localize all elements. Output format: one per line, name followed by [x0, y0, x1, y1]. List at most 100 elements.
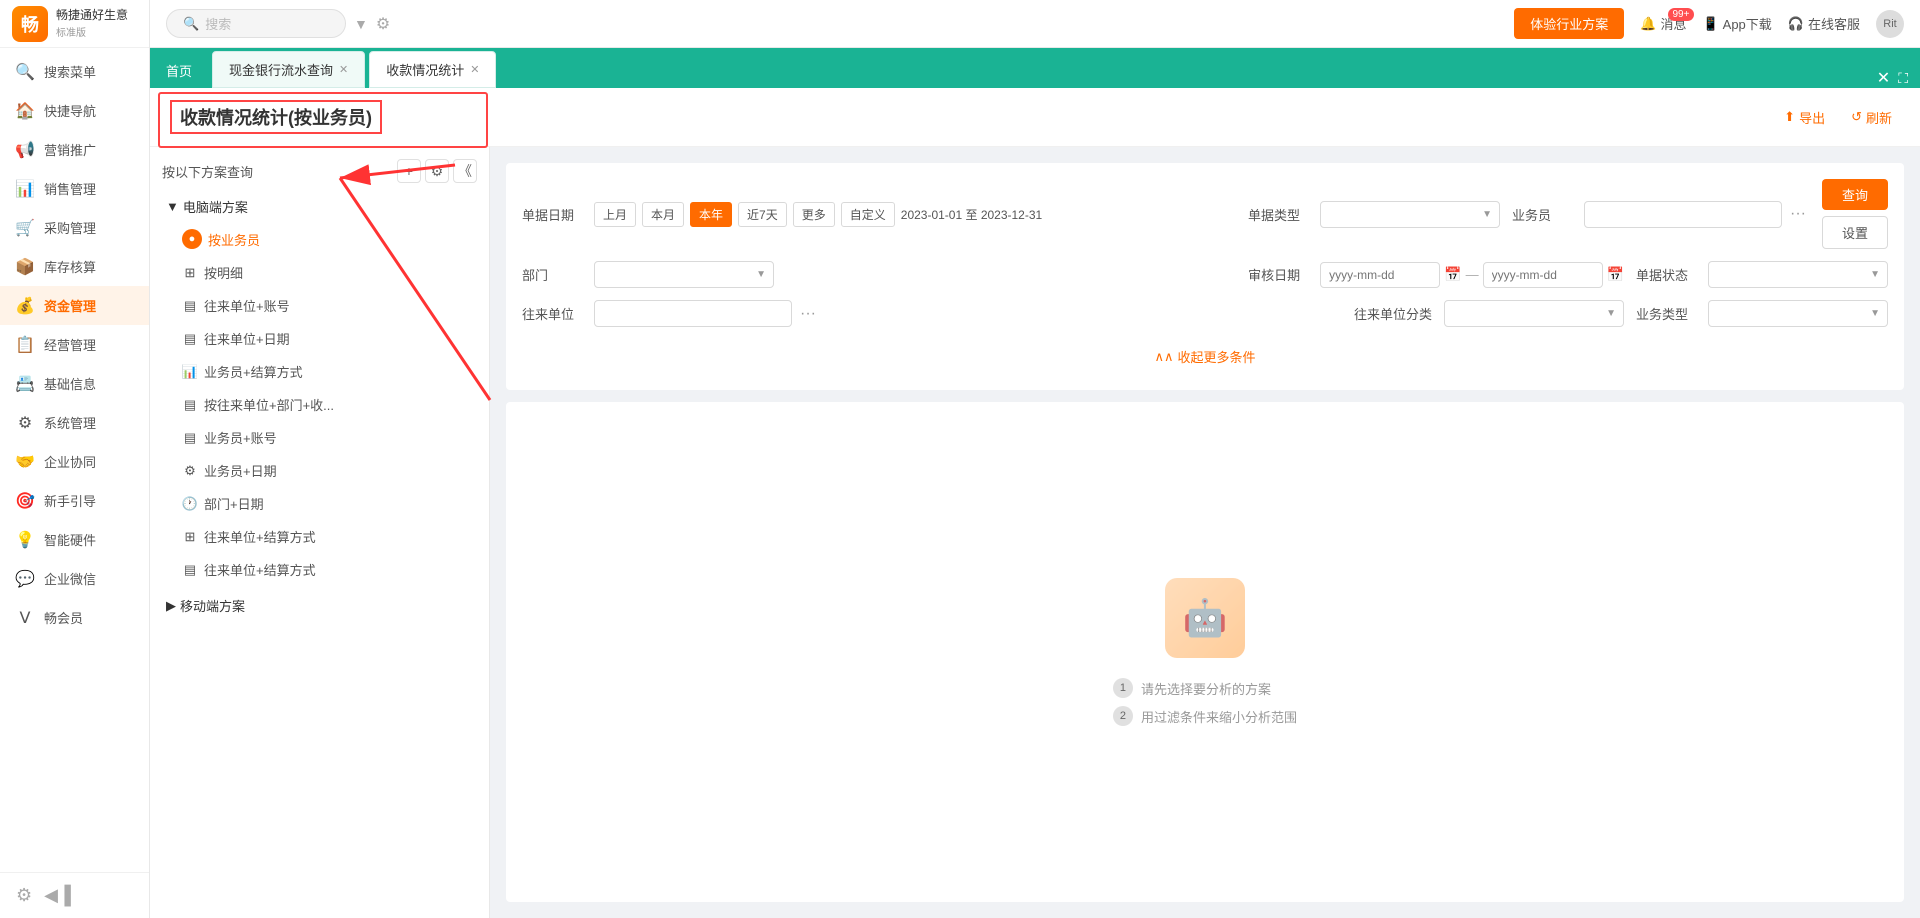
- dept-select[interactable]: [594, 261, 774, 288]
- sidebar-item-purchase[interactable]: 🛒 采购管理: [0, 208, 149, 247]
- biz-type-select[interactable]: [1708, 300, 1888, 327]
- voucher-status-label: 单据状态: [1636, 265, 1696, 284]
- sidebar-item-inventory[interactable]: 📦 库存核算: [0, 247, 149, 286]
- scheme-item-partner-settle2[interactable]: ▤ 往来单位+结算方式: [162, 553, 477, 586]
- date-btn-last-month[interactable]: 上月: [594, 202, 636, 227]
- refresh-button[interactable]: ↺ 刷新: [1843, 104, 1900, 131]
- chevron-down-icon[interactable]: ▼: [354, 16, 368, 32]
- collapse-scheme-button[interactable]: 《: [453, 159, 477, 183]
- sidebar-item-collab[interactable]: 🤝 企业协同: [0, 442, 149, 481]
- settings-icon[interactable]: ⚙: [376, 14, 390, 34]
- settings-icon-2: ⚙: [182, 463, 198, 479]
- bottom-content: 🤖 1 请先选择要分析的方案 2 用过滤条件来缩小分析范围: [506, 402, 1904, 902]
- tab-bank-flow[interactable]: 现金银行流水查询 ✕: [212, 51, 365, 88]
- scheme-item-by-salesman[interactable]: ● 按业务员: [162, 222, 477, 256]
- scheme-item-partner-dept[interactable]: ▤ 按往来单位+部门+收...: [162, 388, 477, 421]
- set-button[interactable]: 设置: [1822, 216, 1888, 249]
- biz-type-label: 业务类型: [1636, 304, 1696, 323]
- tab-collection-stat[interactable]: 收款情况统计 ✕: [369, 51, 496, 88]
- tab-close-bank[interactable]: ✕: [339, 63, 348, 76]
- content-area: 收款情况统计(按业务员) ⬆ 导出 ↺ 刷新 按以下方案查询 +: [150, 88, 1920, 918]
- date-btn-7days[interactable]: 近7天: [738, 202, 787, 227]
- salesman-input[interactable]: [1584, 201, 1782, 228]
- scheme-section-pc-title[interactable]: ▼ 电脑端方案: [162, 191, 477, 222]
- dept-select-wrapper: [594, 261, 774, 288]
- collapse-bar[interactable]: ∧∧ 收起更多条件: [522, 339, 1888, 374]
- sidebar-item-guide[interactable]: 🎯 新手引导: [0, 481, 149, 520]
- date-btn-this-month[interactable]: 本月: [642, 202, 684, 227]
- voucher-type-label: 单据类型: [1248, 205, 1308, 224]
- filter-row-2: 部门 审核日期 📅 — 📅 单据状态: [522, 261, 1888, 288]
- cart-icon: 🛒: [16, 219, 34, 237]
- empty-illustration: 🤖: [1165, 578, 1245, 658]
- trial-button[interactable]: 体验行业方案: [1514, 8, 1624, 39]
- sidebar-item-wechat[interactable]: 💬 企业微信: [0, 559, 149, 598]
- scheme-item-partner-settle1[interactable]: ⊞ 往来单位+结算方式: [162, 520, 477, 553]
- calendar-from-icon[interactable]: 📅: [1444, 266, 1461, 283]
- export-button[interactable]: ⬆ 导出: [1776, 104, 1833, 131]
- scheme-item-dept-date[interactable]: 🕐 部门+日期: [162, 487, 477, 520]
- box-icon: 📦: [16, 258, 34, 276]
- window-close-icon[interactable]: ✕: [1877, 68, 1890, 88]
- scheme-item-salesman-date[interactable]: ⚙ 业务员+日期: [162, 454, 477, 487]
- add-scheme-button[interactable]: +: [397, 159, 421, 183]
- download-icon: 📱: [1702, 16, 1718, 32]
- logo-icon: 畅: [12, 6, 48, 42]
- sidebar-item-hardware[interactable]: 💡 智能硬件: [0, 520, 149, 559]
- handshake-icon: 🤝: [16, 453, 34, 471]
- sidebar-item-member[interactable]: Ⅴ 畅会员: [0, 598, 149, 637]
- salesman-more-btn[interactable]: ···: [1786, 205, 1810, 223]
- voucher-status-select[interactable]: [1708, 261, 1888, 288]
- sidebar-item-mgmt[interactable]: 📋 经营管理: [0, 325, 149, 364]
- settings-scheme-button[interactable]: ⚙: [425, 159, 449, 183]
- partner-type-select[interactable]: [1444, 300, 1624, 327]
- notification-area[interactable]: 🔔 消息 99+: [1640, 14, 1686, 33]
- page-title: 收款情况统计(按业务员): [170, 100, 382, 134]
- sidebar-item-basic[interactable]: 📇 基础信息: [0, 364, 149, 403]
- window-expand-icon[interactable]: ⛶: [1898, 70, 1908, 87]
- collapse-sidebar-icon[interactable]: ◀▐: [44, 885, 71, 906]
- sidebar-item-finance[interactable]: 💰 资金管理: [0, 286, 149, 325]
- date-btn-this-year[interactable]: 本年: [690, 202, 732, 227]
- sidebar-item-sales[interactable]: 📊 销售管理: [0, 169, 149, 208]
- scheme-section-mobile: ▶ 移动端方案: [162, 590, 477, 621]
- sidebar: 畅 畅捷通好生意 标准版 🔍 搜索菜单 🏠 快捷导航 📢 营销推广 📊 销售管理…: [0, 0, 150, 918]
- right-panel: 单据日期 上月 本月 本年 近7天 更多 自定义 2023-01-01 至 20…: [490, 147, 1920, 918]
- audit-date-from[interactable]: [1320, 262, 1440, 288]
- date-btn-more[interactable]: 更多: [793, 202, 835, 227]
- voucher-type-select[interactable]: [1320, 201, 1500, 228]
- app-download-btn[interactable]: 📱 App下载: [1702, 14, 1771, 33]
- sidebar-item-system[interactable]: ⚙ 系统管理: [0, 403, 149, 442]
- sidebar-nav: 🔍 搜索菜单 🏠 快捷导航 📢 营销推广 📊 销售管理 🛒 采购管理 📦 库存核…: [0, 48, 149, 872]
- sidebar-item-nav[interactable]: 🏠 快捷导航: [0, 91, 149, 130]
- tab-bar: 首页 现金银行流水查询 ✕ 收款情况统计 ✕ ✕ ⛶: [150, 48, 1920, 88]
- scheme-item-by-detail[interactable]: ⊞ 按明细: [162, 256, 477, 289]
- scheme-item-partner-date[interactable]: ▤ 往来单位+日期: [162, 322, 477, 355]
- partner-type-select-wrapper: [1444, 300, 1624, 327]
- calendar-to-icon[interactable]: 📅: [1607, 266, 1624, 283]
- settings-bottom-icon[interactable]: ⚙: [16, 885, 32, 906]
- date-label: 单据日期: [522, 205, 582, 224]
- active-indicator: ●: [182, 229, 202, 249]
- tab-close-collection[interactable]: ✕: [470, 63, 479, 76]
- scheme-item-salesman-account[interactable]: ▤ 业务员+账号: [162, 421, 477, 454]
- empty-steps: 1 请先选择要分析的方案 2 用过滤条件来缩小分析范围: [1113, 678, 1297, 726]
- scheme-item-salesman-settle[interactable]: 📊 业务员+结算方式: [162, 355, 477, 388]
- scheme-section-mobile-title[interactable]: ▶ 移动端方案: [162, 590, 477, 621]
- user-avatar[interactable]: Rit: [1876, 10, 1904, 38]
- partner-input[interactable]: [594, 300, 792, 327]
- sidebar-item-marketing[interactable]: 📢 营销推广: [0, 130, 149, 169]
- sidebar-item-search[interactable]: 🔍 搜索菜单: [0, 52, 149, 91]
- audit-date-to[interactable]: [1483, 262, 1603, 288]
- query-button[interactable]: 查询: [1822, 179, 1888, 210]
- money-icon: 💰: [16, 297, 34, 315]
- logo-name: 畅捷通好生意: [56, 8, 128, 24]
- online-service-btn[interactable]: 🎧 在线客服: [1788, 14, 1860, 33]
- scheme-item-partner-account[interactable]: ▤ 往来单位+账号: [162, 289, 477, 322]
- search-bar[interactable]: 🔍 搜索: [166, 9, 346, 38]
- date-btn-custom[interactable]: 自定义: [841, 202, 895, 227]
- salesman-label: 业务员: [1512, 205, 1572, 224]
- tab-home[interactable]: 首页: [150, 53, 208, 88]
- scheme-panel: 按以下方案查询 + ⚙ 《 ▼ 电脑端方案 ● 按业务员: [150, 147, 490, 918]
- partner-more-btn[interactable]: ···: [796, 305, 820, 323]
